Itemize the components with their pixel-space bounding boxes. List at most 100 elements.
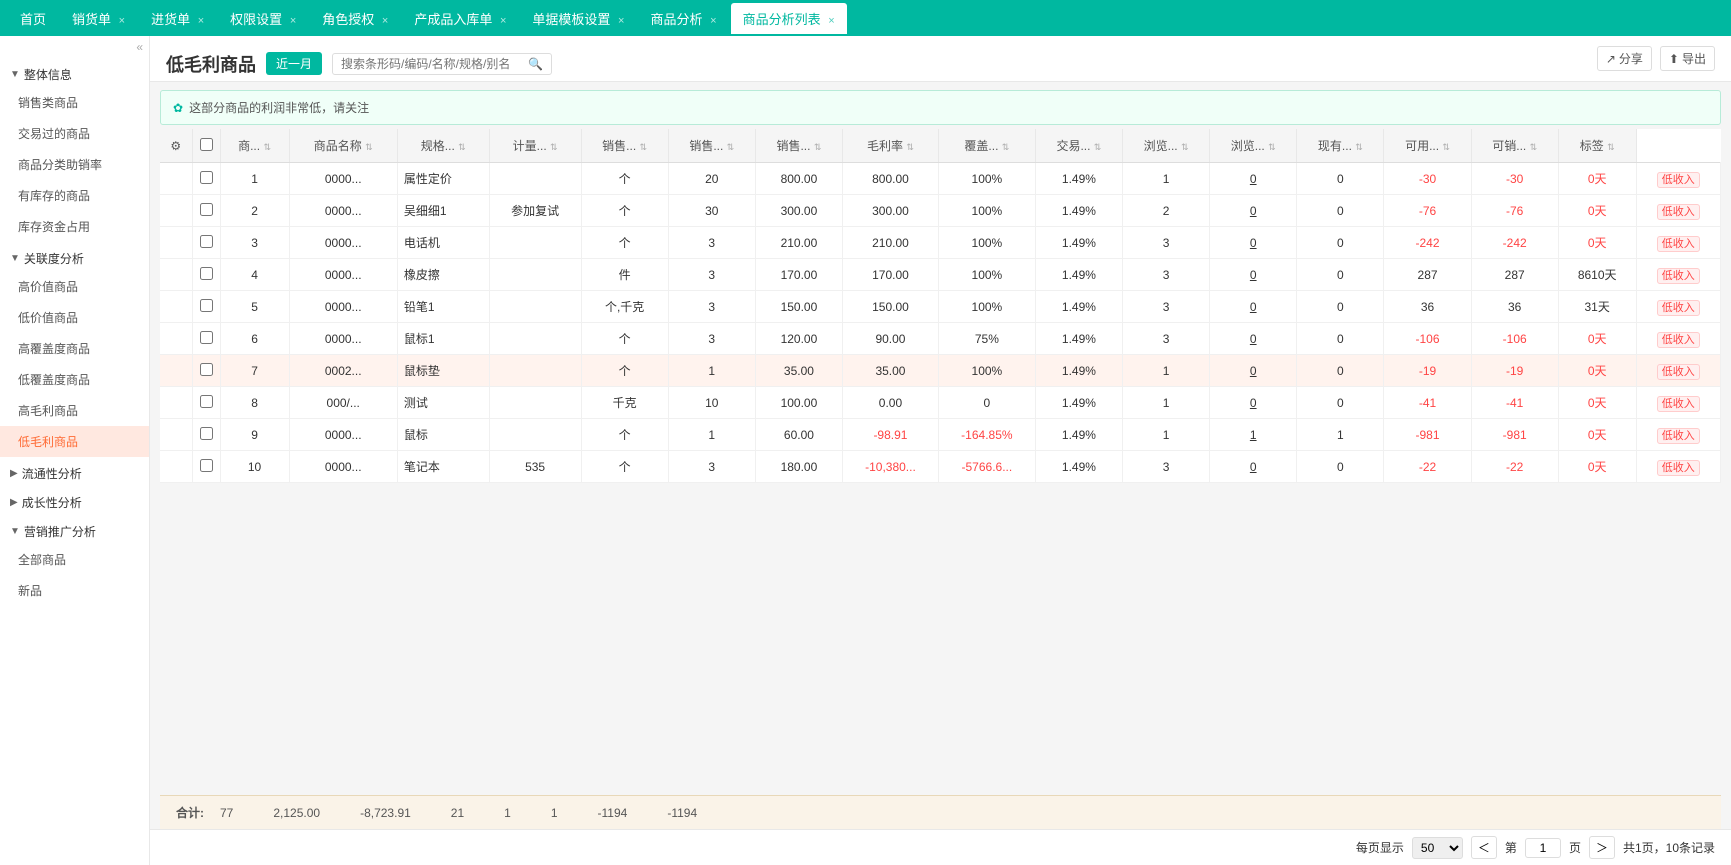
row-select-checkbox[interactable] — [200, 235, 213, 248]
sidebar-item-high-value[interactable]: 高价值商品 — [0, 271, 149, 302]
nav-item-permissions[interactable]: 权限设置 × — [218, 3, 308, 34]
row-checkbox[interactable] — [192, 387, 220, 419]
close-icon[interactable]: × — [119, 15, 125, 27]
row-checkbox[interactable] — [192, 451, 220, 483]
page-number-input[interactable] — [1525, 838, 1561, 858]
col-code[interactable]: 商... ⇅ — [220, 129, 289, 163]
sidebar-collapse-btn[interactable]: « — [0, 36, 149, 58]
col-tag[interactable]: 标签 ⇅ — [1558, 129, 1636, 163]
sidebar-item-high-margin[interactable]: 高毛利商品 — [0, 395, 149, 426]
share-button[interactable]: ↗ 分享 — [1597, 46, 1652, 71]
col-available[interactable]: 可用... ⇅ — [1384, 129, 1471, 163]
col-sales-amount[interactable]: 销售... ⇅ — [755, 129, 842, 163]
sidebar-item-sales-products[interactable]: 销售类商品 — [0, 87, 149, 118]
search-icon[interactable]: 🔍 — [528, 57, 543, 71]
row-checkbox[interactable] — [192, 355, 220, 387]
row-checkbox[interactable] — [192, 259, 220, 291]
close-icon[interactable]: × — [710, 15, 716, 27]
filter-recent-month-button[interactable]: 近一月 — [266, 52, 322, 75]
sidebar-item-stocked[interactable]: 有库存的商品 — [0, 180, 149, 211]
row-views1[interactable]: 0 — [1210, 291, 1297, 323]
col-transactions[interactable]: 交易... ⇅ — [1035, 129, 1122, 163]
row-select-checkbox[interactable] — [200, 299, 213, 312]
nav-item-product-analysis-list[interactable]: 商品分析列表 × — [731, 3, 847, 34]
row-select-checkbox[interactable] — [200, 203, 213, 216]
views1-link[interactable]: 0 — [1250, 332, 1257, 346]
row-checkbox[interactable] — [192, 323, 220, 355]
sidebar-item-high-coverage[interactable]: 高覆盖度商品 — [0, 333, 149, 364]
row-checkbox[interactable] — [192, 419, 220, 451]
row-views1[interactable]: 0 — [1210, 323, 1297, 355]
row-checkbox[interactable] — [192, 163, 220, 195]
row-select-checkbox[interactable] — [200, 395, 213, 408]
row-checkbox[interactable] — [192, 195, 220, 227]
sidebar-group-marketing[interactable]: ▼ 营销推广分析 — [0, 515, 149, 544]
export-button[interactable]: ⬆ 导出 — [1660, 46, 1715, 71]
sidebar-item-new-products[interactable]: 新品 — [0, 575, 149, 606]
col-sales-price[interactable]: 销售... ⇅ — [668, 129, 755, 163]
row-select-checkbox[interactable] — [200, 459, 213, 472]
views1-link[interactable]: 0 — [1250, 300, 1257, 314]
table-container[interactable]: ⚙ 商... ⇅ 商品名称 ⇅ 规格... ⇅ 计量... ⇅ 销售... ⇅ … — [160, 129, 1721, 795]
row-views1[interactable]: 0 — [1210, 451, 1297, 483]
nav-item-sales[interactable]: 销货单 × — [60, 3, 137, 34]
close-icon[interactable]: × — [828, 15, 834, 27]
row-views1[interactable]: 0 — [1210, 387, 1297, 419]
nav-item-product-entry[interactable]: 产成品入库单 × — [402, 3, 518, 34]
sidebar-item-low-coverage[interactable]: 低覆盖度商品 — [0, 364, 149, 395]
sidebar-group-overall[interactable]: ▼ 整体信息 — [0, 58, 149, 87]
col-views2[interactable]: 浏览... ⇅ — [1210, 129, 1297, 163]
close-icon[interactable]: × — [290, 15, 296, 27]
row-select-checkbox[interactable] — [200, 331, 213, 344]
close-icon[interactable]: × — [618, 15, 624, 27]
nav-item-purchase[interactable]: 进货单 × — [139, 3, 216, 34]
views1-link[interactable]: 0 — [1250, 460, 1257, 474]
nav-item-home[interactable]: 首页 — [8, 3, 58, 34]
views1-link[interactable]: 0 — [1250, 364, 1257, 378]
row-select-checkbox[interactable] — [200, 427, 213, 440]
col-spec[interactable]: 规格... ⇅ — [397, 129, 489, 163]
row-views1[interactable]: 0 — [1210, 355, 1297, 387]
sidebar-group-relevance[interactable]: ▼ 关联度分析 — [0, 242, 149, 271]
row-views1[interactable]: 1 — [1210, 419, 1297, 451]
close-icon[interactable]: × — [198, 15, 204, 27]
sidebar-item-all-products[interactable]: 全部商品 — [0, 544, 149, 575]
row-select-checkbox[interactable] — [200, 267, 213, 280]
close-icon[interactable]: × — [382, 15, 388, 27]
row-checkbox[interactable] — [192, 291, 220, 323]
col-views1[interactable]: 浏览... ⇅ — [1122, 129, 1209, 163]
next-page-button[interactable]: ＞ — [1589, 836, 1615, 859]
row-views1[interactable]: 0 — [1210, 259, 1297, 291]
views1-link[interactable]: 0 — [1250, 396, 1257, 410]
sidebar-group-circulation[interactable]: ▶ 流通性分析 — [0, 457, 149, 486]
settings-icon[interactable]: ⚙ — [170, 139, 181, 153]
select-all-checkbox[interactable] — [200, 138, 213, 151]
prev-page-button[interactable]: ＜ — [1471, 836, 1497, 859]
sidebar-item-low-margin[interactable]: 低毛利商品 — [0, 426, 149, 457]
search-input[interactable] — [341, 57, 528, 71]
search-box[interactable]: 🔍 — [332, 53, 552, 75]
close-icon[interactable]: × — [500, 15, 506, 27]
per-page-select[interactable]: 50 20 100 — [1412, 837, 1463, 859]
sidebar-item-category-rate[interactable]: 商品分类助销率 — [0, 149, 149, 180]
col-current-stock[interactable]: 现有... ⇅ — [1297, 129, 1384, 163]
views1-link[interactable]: 0 — [1250, 236, 1257, 250]
views1-link[interactable]: 0 — [1250, 172, 1257, 186]
col-settings[interactable]: ⚙ — [160, 129, 192, 163]
nav-item-product-analysis[interactable]: 商品分析 × — [638, 3, 728, 34]
row-select-checkbox[interactable] — [200, 363, 213, 376]
row-select-checkbox[interactable] — [200, 171, 213, 184]
row-views1[interactable]: 0 — [1210, 227, 1297, 259]
views1-link[interactable]: 0 — [1250, 268, 1257, 282]
sidebar-item-low-value[interactable]: 低价值商品 — [0, 302, 149, 333]
col-checkbox[interactable] — [192, 129, 220, 163]
row-views1[interactable]: 0 — [1210, 195, 1297, 227]
views1-link[interactable]: 1 — [1250, 428, 1257, 442]
nav-item-roles[interactable]: 角色授权 × — [310, 3, 400, 34]
col-unit[interactable]: 计量... ⇅ — [489, 129, 581, 163]
views1-link[interactable]: 0 — [1250, 204, 1257, 218]
sidebar-item-traded-products[interactable]: 交易过的商品 — [0, 118, 149, 149]
row-checkbox[interactable] — [192, 227, 220, 259]
col-coverage[interactable]: 覆盖... ⇅ — [938, 129, 1035, 163]
col-gross-rate[interactable]: 毛利率 ⇅ — [843, 129, 939, 163]
